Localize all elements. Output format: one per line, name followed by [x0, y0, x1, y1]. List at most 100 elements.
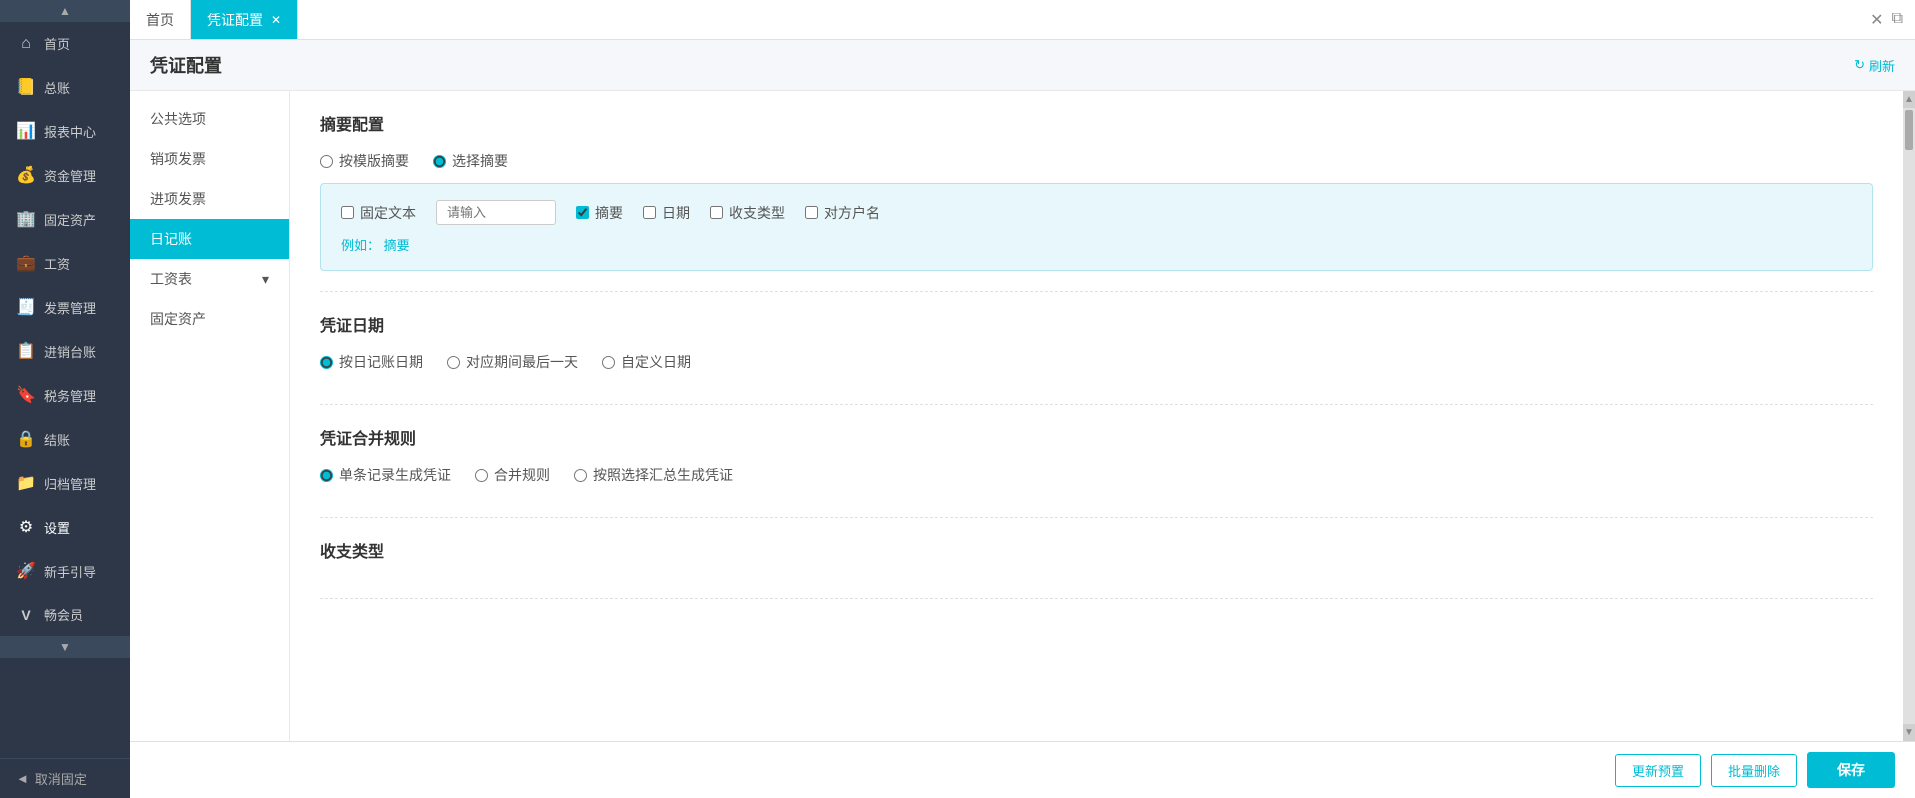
journal-date-label: 按日记账日期 [339, 352, 423, 372]
sidebar-item-invoice-mgmt[interactable]: 🧾 发票管理 [0, 285, 130, 329]
close-window-button[interactable]: ✕ [1870, 10, 1883, 30]
sidebar-label-sales-ledger: 进销台账 [44, 342, 96, 361]
sidebar-scroll-down[interactable]: ▼ [0, 636, 130, 658]
custom-date-option[interactable]: 自定义日期 [602, 352, 691, 372]
example-prefix: 例如： [341, 238, 380, 253]
sidebar-item-guide[interactable]: 🚀 新手引导 [0, 549, 130, 593]
left-nav-public[interactable]: 公共选项 [130, 99, 289, 139]
sidebar-item-archive[interactable]: 📁 归档管理 [0, 461, 130, 505]
sidebar-label-archive: 归档管理 [44, 474, 96, 493]
left-nav-sales-invoice[interactable]: 销项发票 [130, 139, 289, 179]
sidebar-item-funds[interactable]: 💰 资金管理 [0, 153, 130, 197]
tab-bar: 首页 凭证配置 ✕ ✕ ⧉ [130, 0, 1915, 40]
merge-rule-option[interactable]: 合并规则 [475, 465, 550, 485]
select-summary-option[interactable]: 按照选择汇总生成凭证 [574, 465, 733, 485]
merge-rule-radio[interactable] [475, 469, 488, 482]
tab-home[interactable]: 首页 [130, 0, 191, 39]
update-preview-button[interactable]: 更新预置 [1615, 754, 1701, 787]
sales-ledger-icon: 📋 [16, 341, 36, 361]
archive-icon: 📁 [16, 473, 36, 493]
summary-checkboxes: 固定文本 摘要 日期 收支类型 [341, 200, 1852, 225]
merge-rules-title: 凭证合并规则 [320, 425, 1873, 449]
template-mode-label: 按模版摘要 [339, 151, 409, 171]
summary-config-title: 摘要配置 [320, 111, 1873, 135]
summary-checkbox[interactable] [576, 206, 589, 219]
fixed-text-checkbox[interactable] [341, 206, 354, 219]
pin-icon: ◄ [16, 771, 29, 786]
main-area: 首页 凭证配置 ✕ ✕ ⧉ 凭证配置 ↻ 刷新 公共选项 销项发票 进项 [130, 0, 1915, 798]
period-last-option[interactable]: 对应期间最后一天 [447, 352, 578, 372]
refresh-button[interactable]: ↻ 刷新 [1854, 56, 1895, 75]
left-nav-journal[interactable]: 日记账 [130, 219, 289, 259]
date-checkbox-label[interactable]: 日期 [643, 203, 690, 223]
journal-date-option[interactable]: 按日记账日期 [320, 352, 423, 372]
income-type-checkbox[interactable] [710, 206, 723, 219]
income-type-checkbox-label[interactable]: 收支类型 [710, 203, 785, 223]
left-nav-payroll[interactable]: 工资表 ▾ [130, 259, 289, 299]
sidebar-item-sales-ledger[interactable]: 📋 进销台账 [0, 329, 130, 373]
summary-mode-group: 按模版摘要 选择摘要 [320, 151, 1873, 171]
sidebar-label-funds: 资金管理 [44, 166, 96, 185]
home-icon: ⌂ [16, 35, 36, 53]
sidebar-label-ledger: 总账 [44, 78, 70, 97]
save-button[interactable]: 保存 [1807, 752, 1895, 788]
sidebar-label-reports: 报表中心 [44, 122, 96, 141]
left-nav-purchase-invoice[interactable]: 进项发票 [130, 179, 289, 219]
tab-voucher-close[interactable]: ✕ [271, 13, 281, 27]
summary-label: 摘要 [595, 203, 623, 223]
sidebar-item-settings[interactable]: ⚙ 设置 [0, 505, 130, 549]
summary-checkbox-label[interactable]: 摘要 [576, 203, 623, 223]
custom-date-label: 自定义日期 [621, 352, 691, 372]
main-scrollbar[interactable]: ▲ ▼ [1903, 91, 1915, 741]
custom-date-radio[interactable] [602, 356, 615, 369]
date-checkbox[interactable] [643, 206, 656, 219]
sidebar-item-vip[interactable]: V 畅会员 [0, 593, 130, 636]
left-nav-fixed-assets[interactable]: 固定资产 [130, 299, 289, 339]
example-value: 摘要 [384, 238, 410, 253]
salary-icon: 💼 [16, 253, 36, 273]
fixed-text-input[interactable] [436, 200, 556, 225]
select-summary-radio[interactable] [574, 469, 587, 482]
template-mode-radio[interactable] [320, 155, 333, 168]
sidebar-item-assets[interactable]: 🏢 固定资产 [0, 197, 130, 241]
sidebar-item-reports[interactable]: 📊 报表中心 [0, 109, 130, 153]
fixed-text-checkbox-label[interactable]: 固定文本 [341, 203, 416, 223]
sidebar-label-salary: 工资 [44, 254, 70, 273]
scroll-down-arrow[interactable]: ▼ [1903, 724, 1915, 741]
scrollbar-thumb[interactable] [1905, 110, 1913, 150]
sidebar-item-closing[interactable]: 🔒 结账 [0, 417, 130, 461]
sidebar-item-ledger[interactable]: 📒 总账 [0, 65, 130, 109]
sidebar-item-salary[interactable]: 💼 工资 [0, 241, 130, 285]
select-mode-option[interactable]: 选择摘要 [433, 151, 508, 171]
summary-config-section: 摘要配置 按模版摘要 选择摘要 固定文本 [320, 111, 1873, 292]
batch-delete-button[interactable]: 批量删除 [1711, 754, 1797, 787]
template-mode-option[interactable]: 按模版摘要 [320, 151, 409, 171]
sidebar-label-home: 首页 [44, 34, 70, 53]
sidebar-item-tax[interactable]: 🔖 税务管理 [0, 373, 130, 417]
merge-rules-section: 凭证合并规则 单条记录生成凭证 合并规则 按照选择汇总生成凭证 [320, 425, 1873, 518]
right-content: 摘要配置 按模版摘要 选择摘要 固定文本 [290, 91, 1903, 741]
scroll-up-arrow[interactable]: ▲ [1903, 91, 1915, 108]
maximize-window-button[interactable]: ⧉ [1892, 10, 1903, 30]
sidebar-unpin-label: 取消固定 [35, 769, 87, 788]
tab-home-label: 首页 [146, 10, 174, 30]
single-record-option[interactable]: 单条记录生成凭证 [320, 465, 451, 485]
date-label: 日期 [662, 203, 690, 223]
sidebar-item-home[interactable]: ⌂ 首页 [0, 22, 130, 65]
tax-icon: 🔖 [16, 385, 36, 405]
sidebar-label-guide: 新手引导 [44, 562, 96, 581]
select-mode-label: 选择摘要 [452, 151, 508, 171]
journal-date-radio[interactable] [320, 356, 333, 369]
sidebar-scroll-up[interactable]: ▲ [0, 0, 130, 22]
sidebar-unpin-button[interactable]: ◄ 取消固定 [0, 758, 130, 798]
select-mode-radio[interactable] [433, 155, 446, 168]
sidebar-label-assets: 固定资产 [44, 210, 96, 229]
tab-voucher[interactable]: 凭证配置 ✕ [191, 0, 298, 39]
period-last-radio[interactable] [447, 356, 460, 369]
refresh-label: 刷新 [1869, 56, 1895, 75]
single-record-radio[interactable] [320, 469, 333, 482]
guide-icon: 🚀 [16, 561, 36, 581]
counterpart-checkbox-label[interactable]: 对方户名 [805, 203, 880, 223]
page-header: 凭证配置 ↻ 刷新 [130, 40, 1915, 91]
counterpart-checkbox[interactable] [805, 206, 818, 219]
